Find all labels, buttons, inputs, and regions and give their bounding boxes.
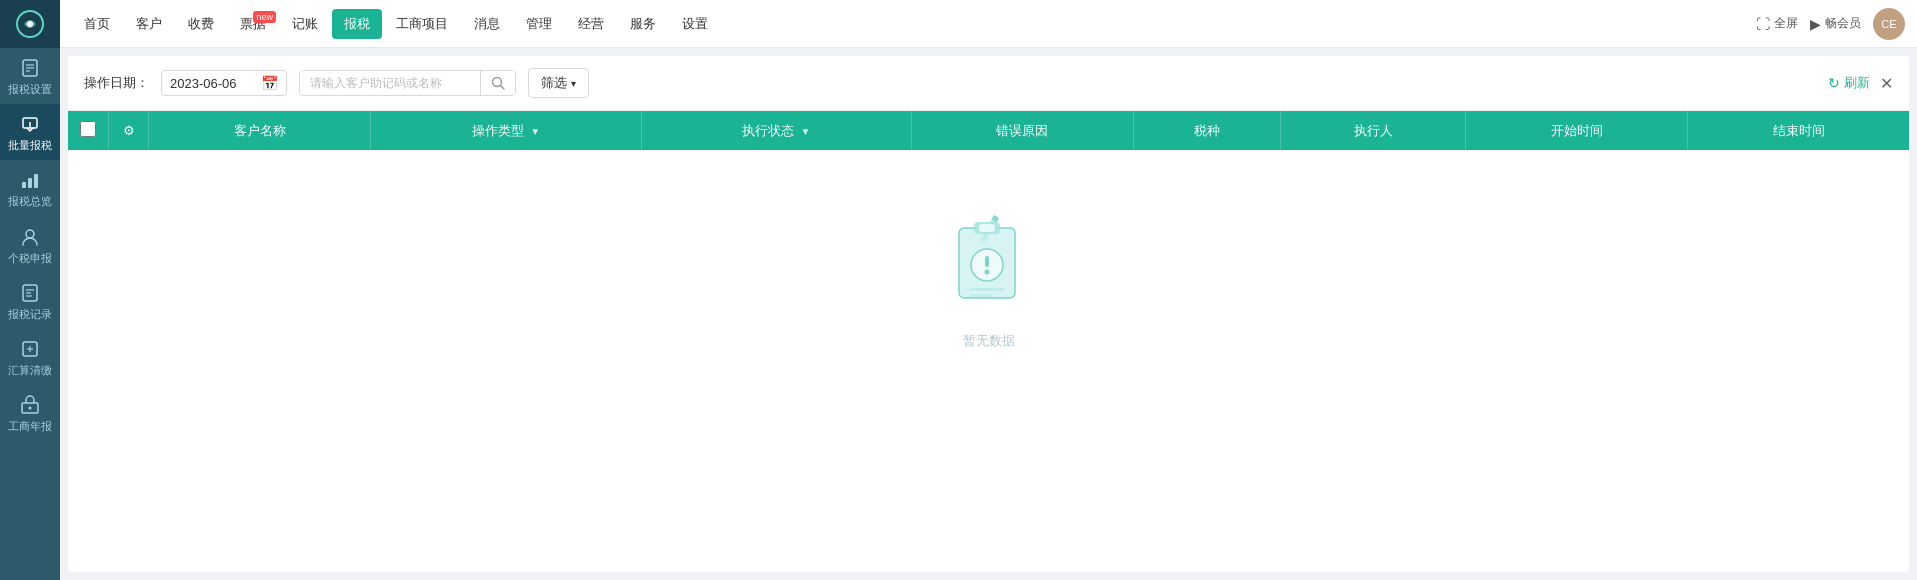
nav-item-piaoju[interactable]: 票据 new <box>228 9 278 39</box>
fullscreen-icon: ⛶ <box>1756 16 1770 32</box>
nav-item-gongshang-xiangmu[interactable]: 工商项目 <box>384 9 460 39</box>
toolbar-right: ↻ 刷新 ✕ <box>1828 74 1893 93</box>
table-wrap: ⚙ 客户名称 操作类型 ▼ 执行状态 ▼ <box>68 111 1909 572</box>
nav-item-kehu[interactable]: 客户 <box>124 9 174 39</box>
svg-rect-34 <box>969 288 1005 291</box>
sidebar-item-gongshang-nianbao[interactable]: 工商年报 <box>0 385 60 441</box>
sidebar-item-geshuishenbi[interactable]: 个税申报 <box>0 217 60 273</box>
close-button[interactable]: ✕ <box>1880 74 1893 93</box>
nav-item-baoshui[interactable]: 报税 <box>332 9 382 39</box>
sidebar-item-piliang-baoshui[interactable]: 批量报税 <box>0 104 60 160</box>
date-label: 操作日期： <box>84 74 149 92</box>
nav-item-jingying[interactable]: 经营 <box>566 9 616 39</box>
col-exec-status[interactable]: 执行状态 ▼ <box>641 111 911 150</box>
gear-icon: ⚙ <box>123 123 135 138</box>
svg-rect-32 <box>985 256 989 267</box>
col-op-type[interactable]: 操作类型 ▼ <box>371 111 641 150</box>
svg-line-22 <box>501 86 505 90</box>
table-body: 暂无数据 <box>68 150 1909 410</box>
main-area: 首页 客户 收费 票据 new 记账 报税 工商项目 消息 管理 经营 服务 设… <box>60 0 1917 580</box>
nav-items: 首页 客户 收费 票据 new 记账 报税 工商项目 消息 管理 经营 服务 设… <box>72 9 1756 39</box>
baoshui-zongjian-icon <box>18 168 42 192</box>
baoshui-shezhi-icon <box>18 56 42 80</box>
col-error-reason: 错误原因 <box>911 111 1133 150</box>
nav-item-jizhang[interactable]: 记账 <box>280 9 330 39</box>
chevron-down-icon: ▾ <box>571 78 576 89</box>
svg-rect-35 <box>969 294 993 297</box>
col-checkbox <box>68 111 109 150</box>
refresh-button[interactable]: ↻ 刷新 <box>1828 74 1870 92</box>
user-avatar[interactable]: CE <box>1873 8 1905 40</box>
col-executor: 执行人 <box>1281 111 1466 150</box>
select-all-checkbox[interactable] <box>80 121 96 137</box>
huisuan-jiaona-icon <box>18 337 42 361</box>
empty-state: 暂无数据 <box>68 150 1909 410</box>
col-tax-type: 税种 <box>1134 111 1281 150</box>
refresh-icon: ↻ <box>1828 75 1840 91</box>
piliang-baoshui-icon <box>18 112 42 136</box>
member-button[interactable]: ▶ 畅会员 <box>1810 15 1861 32</box>
fullscreen-button[interactable]: ⛶ 全屏 <box>1756 15 1798 32</box>
svg-rect-10 <box>34 174 38 188</box>
toolbar: 操作日期： 📅 筛选 ▾ ↻ <box>68 56 1909 111</box>
op-type-sort-icon: ▼ <box>530 126 540 137</box>
content-area: 操作日期： 📅 筛选 ▾ ↻ <box>68 56 1909 572</box>
col-client-name: 客户名称 <box>149 111 371 150</box>
sidebar: 报税设置 批量报税 报税总览 个税申报 <box>0 0 60 580</box>
sidebar-item-huisuan-jiaona[interactable]: 汇算清缴 <box>0 329 60 385</box>
svg-point-1 <box>27 21 33 27</box>
nav-item-shouye[interactable]: 首页 <box>72 9 122 39</box>
svg-rect-9 <box>28 178 32 188</box>
date-input[interactable] <box>170 76 255 91</box>
data-table: ⚙ 客户名称 操作类型 ▼ 执行状态 ▼ <box>68 111 1909 410</box>
nav-item-shoufei[interactable]: 收费 <box>176 9 226 39</box>
search-input[interactable] <box>300 71 480 95</box>
filter-button[interactable]: 筛选 ▾ <box>528 68 589 98</box>
col-gear[interactable]: ⚙ <box>109 111 149 150</box>
video-icon: ▶ <box>1810 16 1821 32</box>
top-navigation: 首页 客户 收费 票据 new 记账 报税 工商项目 消息 管理 经营 服务 设… <box>60 0 1917 48</box>
search-button[interactable] <box>480 71 515 95</box>
nav-item-xiaosi[interactable]: 消息 <box>462 9 512 39</box>
nav-item-shezhi[interactable]: 设置 <box>670 9 720 39</box>
date-picker[interactable]: 📅 <box>161 70 287 96</box>
col-start-time: 开始时间 <box>1466 111 1688 150</box>
gongshang-nianbao-icon <box>18 393 42 417</box>
exec-status-sort-icon: ▼ <box>800 126 810 137</box>
empty-text: 暂无数据 <box>963 332 1015 350</box>
calendar-icon: 📅 <box>261 75 278 91</box>
geshuishenbi-icon <box>18 225 42 249</box>
sidebar-item-baoshui-zongjian[interactable]: 报税总览 <box>0 160 60 216</box>
piaoju-badge: new <box>253 11 276 24</box>
svg-point-20 <box>29 407 32 410</box>
table-header-row: ⚙ 客户名称 操作类型 ▼ 执行状态 ▼ <box>68 111 1909 150</box>
svg-point-11 <box>26 230 34 238</box>
search-box <box>299 70 516 96</box>
svg-rect-8 <box>22 182 26 188</box>
nav-item-guanli[interactable]: 管理 <box>514 9 564 39</box>
nav-item-fuwu[interactable]: 服务 <box>618 9 668 39</box>
svg-rect-29 <box>979 224 995 232</box>
topnav-right: ⛶ 全屏 ▶ 畅会员 CE <box>1756 8 1905 40</box>
baoshui-jilu-icon <box>18 281 42 305</box>
sidebar-item-baoshui-jilu[interactable]: 报税记录 <box>0 273 60 329</box>
svg-point-33 <box>984 270 989 275</box>
empty-illustration <box>939 210 1039 320</box>
empty-row: 暂无数据 <box>68 150 1909 410</box>
sidebar-item-baoshui-shezhi[interactable]: 报税设置 <box>0 48 60 104</box>
sidebar-logo <box>0 0 60 48</box>
col-end-time: 结束时间 <box>1688 111 1909 150</box>
